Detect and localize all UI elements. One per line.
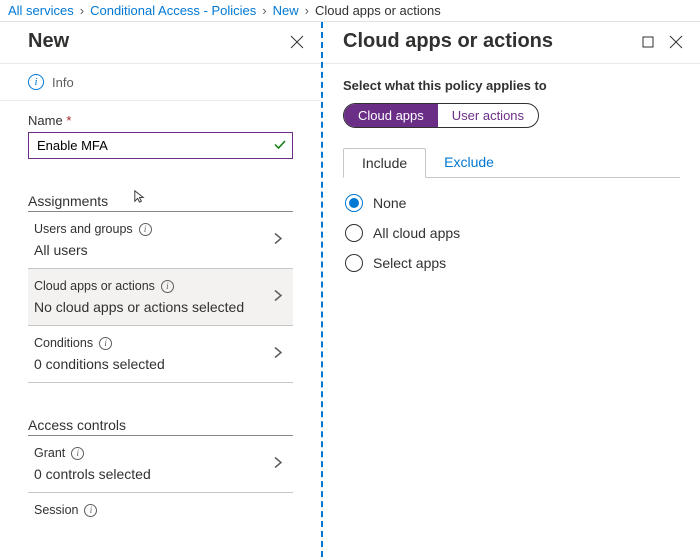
pill-cloud-apps[interactable]: Cloud apps <box>344 104 438 127</box>
breadcrumb-all-services[interactable]: All services <box>8 3 74 18</box>
chevron-right-icon <box>271 346 285 363</box>
checkmark-icon <box>273 137 287 154</box>
chevron-right-icon <box>271 456 285 473</box>
applies-to-label: Select what this policy applies to <box>343 78 680 93</box>
radio-select-label: Select apps <box>373 255 446 271</box>
chevron-right-icon: › <box>80 3 84 18</box>
conditions-value: 0 conditions selected <box>34 356 293 372</box>
assignments-heading: Assignments <box>28 193 108 209</box>
info-icon: i <box>139 223 152 236</box>
radio-none-label: None <box>373 195 406 211</box>
users-and-groups-item[interactable]: Users and groups i All users <box>28 212 293 269</box>
users-and-groups-value: All users <box>34 242 293 258</box>
chevron-right-icon <box>271 289 285 306</box>
new-policy-panel: New i Info Name * Assignments <box>0 22 323 557</box>
info-link[interactable]: i Info <box>0 64 321 101</box>
radio-all-cloud-apps[interactable]: All cloud apps <box>345 224 680 242</box>
panel-title-cloud-apps: Cloud apps or actions <box>343 30 630 53</box>
conditions-item[interactable]: Conditions i 0 conditions selected <box>28 326 293 383</box>
radio-select-apps[interactable]: Select apps <box>345 254 680 272</box>
cloud-apps-panel: Cloud apps or actions Select what this p… <box>323 22 700 557</box>
restore-icon <box>641 35 655 49</box>
radio-icon <box>345 224 363 242</box>
info-icon: i <box>99 337 112 350</box>
cloud-apps-value: No cloud apps or actions selected <box>34 299 293 315</box>
radio-icon <box>345 254 363 272</box>
info-icon: i <box>161 280 174 293</box>
info-icon: i <box>28 74 44 90</box>
pill-user-actions[interactable]: User actions <box>438 104 538 127</box>
breadcrumb-new[interactable]: New <box>273 3 299 18</box>
name-input[interactable] <box>28 132 293 159</box>
users-and-groups-label: Users and groups <box>34 222 133 236</box>
session-label: Session <box>34 503 78 517</box>
info-label: Info <box>52 75 74 90</box>
grant-label: Grant <box>34 446 65 460</box>
grant-value: 0 controls selected <box>34 466 293 482</box>
chevron-right-icon <box>271 232 285 249</box>
breadcrumb: All services › Conditional Access - Poli… <box>0 0 700 22</box>
tab-include[interactable]: Include <box>343 148 426 178</box>
tab-exclude[interactable]: Exclude <box>426 148 512 177</box>
close-button[interactable] <box>666 32 686 52</box>
chevron-right-icon: › <box>305 3 309 18</box>
radio-icon <box>345 194 363 212</box>
cursor-icon <box>132 189 147 207</box>
chevron-right-icon: › <box>262 3 266 18</box>
cloud-apps-label: Cloud apps or actions <box>34 279 155 293</box>
info-icon: i <box>71 447 84 460</box>
close-icon <box>290 35 304 49</box>
breadcrumb-conditional-access[interactable]: Conditional Access - Policies <box>90 3 256 18</box>
close-button[interactable] <box>287 32 307 52</box>
info-icon: i <box>84 504 97 517</box>
grant-item[interactable]: Granti 0 controls selected <box>28 436 293 493</box>
panel-title-new: New <box>28 30 279 53</box>
applies-to-toggle: Cloud apps User actions <box>343 103 539 128</box>
close-icon <box>669 35 683 49</box>
session-item[interactable]: Session i <box>28 493 293 519</box>
cloud-apps-item[interactable]: Cloud apps or actions i No cloud apps or … <box>28 269 293 326</box>
breadcrumb-current: Cloud apps or actions <box>315 3 441 18</box>
radio-all-label: All cloud apps <box>373 225 460 241</box>
include-exclude-tabs: Include Exclude <box>343 148 680 178</box>
access-controls-heading: Access controls <box>28 417 293 433</box>
restore-button[interactable] <box>638 32 658 52</box>
name-label: Name * <box>28 113 293 128</box>
conditions-label: Conditions <box>34 336 93 350</box>
radio-none[interactable]: None <box>345 194 680 212</box>
